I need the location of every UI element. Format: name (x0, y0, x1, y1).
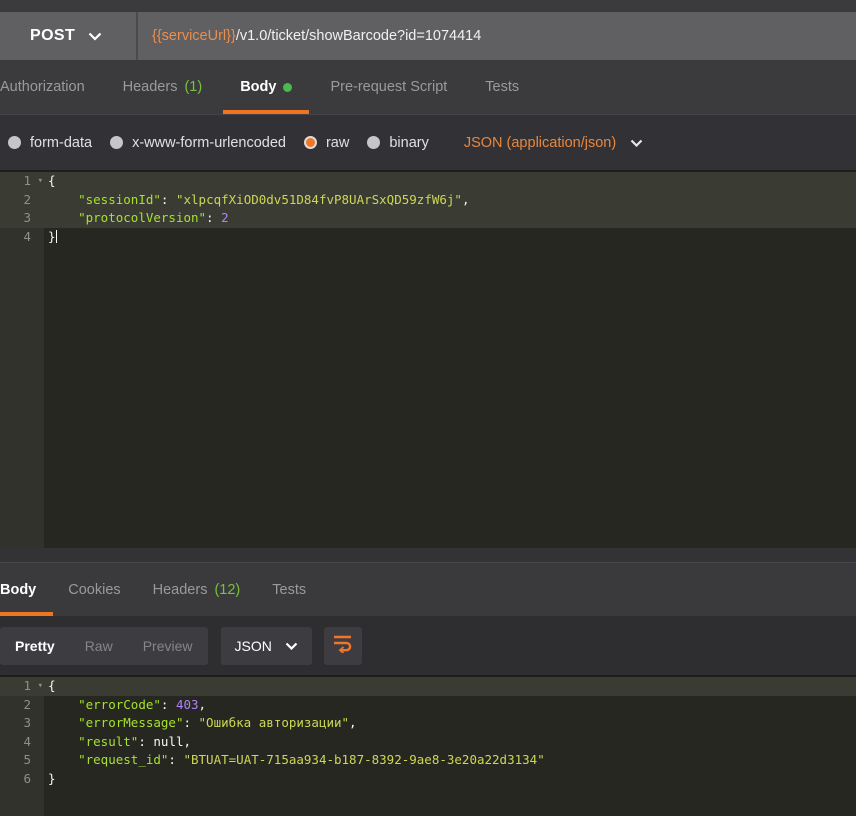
fold-caret-icon[interactable]: ▾ (38, 677, 43, 696)
code-text: "errorMessage": "Ошибка авторизации", (78, 715, 357, 730)
tab-body[interactable]: Body (0, 563, 54, 616)
tab-pre-request-script[interactable]: Pre-request Script (330, 60, 447, 114)
tab-tests[interactable]: Tests (485, 60, 519, 114)
content-type-label: JSON (application/json) (463, 134, 617, 151)
body-type-x-www-form-urlencoded[interactable]: x-www-form-urlencoded (110, 135, 286, 151)
radio-icon (367, 136, 381, 149)
request-url-bar: POST {{serviceUrl}}/v1.0/ticket/showBarc… (0, 12, 856, 60)
chevron-down-icon (285, 642, 298, 650)
body-type-binary[interactable]: binary (367, 135, 429, 151)
wrap-lines-button[interactable] (323, 626, 362, 665)
body-type-form-data[interactable]: form-data (8, 135, 92, 151)
response-body-editor[interactable]: 1 ▾{2 "errorCode": 403, 3 "errorMessage": … (0, 675, 856, 816)
tab-label: Tests (272, 581, 307, 598)
radio-label: x-www-form-urlencoded (132, 134, 286, 151)
code-text: } (48, 228, 57, 244)
code-text: "errorCode": 403, (78, 696, 207, 712)
response-tabs: Body Cookies Headers (12) Tests (0, 562, 856, 616)
chevron-down-icon (88, 32, 102, 41)
tab-label: Cookies (68, 581, 121, 598)
radio-icon (110, 136, 124, 149)
tab-label: Pre-request Script (330, 79, 448, 95)
code-text: "request_id": "BTUAT=UAT-715aa934-b187-8… (78, 752, 545, 767)
response-format-select[interactable]: JSON (220, 626, 312, 665)
green-dot-icon (283, 82, 293, 92)
line-number: 3 (23, 715, 31, 730)
code-text: { (48, 678, 56, 693)
code-text: "sessionId": "xlpcqfXiOD0dv51D84fvP8UArS… (78, 191, 470, 207)
postman-request-window: POST {{serviceUrl}}/v1.0/ticket/showBarc… (0, 0, 856, 816)
request-tabs: Authorization Headers (1) Body Pre-request S… (0, 60, 856, 114)
code-text: "result": null, (78, 733, 192, 749)
view-mode-preview[interactable]: Preview (128, 627, 208, 665)
panel-divider[interactable] (0, 548, 856, 562)
radio-selected-icon (303, 136, 317, 149)
http-method-select[interactable]: POST (0, 12, 138, 60)
line-number: 2 (23, 696, 31, 712)
request-body-editor[interactable]: 1 ▾ {2 "sessionId": "xlpcqfXiOD0dv51D84fvP… (0, 170, 856, 548)
line-number: 1 ▾ (0, 677, 44, 696)
line-number: 5 (23, 752, 31, 767)
tab-label: Headers (152, 581, 208, 598)
tab-label: Body (240, 79, 277, 95)
code-line[interactable]: 1 ▾ { (0, 677, 856, 696)
code-line[interactable]: 1 ▾ { (0, 172, 856, 191)
url-input[interactable]: {{serviceUrl}}/v1.0/ticket/showBarcode?i… (138, 12, 856, 60)
tab-authorization[interactable]: Authorization (0, 60, 85, 114)
url-variable: {{serviceUrl}} (152, 28, 236, 44)
line-number: 4 (23, 733, 31, 749)
tab-body[interactable]: Body (223, 60, 310, 114)
tab-label: Tests (485, 79, 520, 95)
code-line[interactable]: 3 "errorMessage": "Ошибка авторизации", (0, 714, 856, 733)
response-format-label: JSON (234, 637, 272, 654)
code-line[interactable]: 4 "result": null, (0, 733, 856, 752)
wrap-lines-icon (332, 633, 353, 658)
line-number: 2 (23, 191, 31, 207)
tab-label: Headers (122, 79, 178, 95)
radio-icon (8, 136, 21, 149)
tab-headers[interactable]: Headers (12) (153, 563, 241, 616)
code-text: } (48, 770, 56, 786)
line-number: 4 (23, 228, 31, 244)
radio-label: raw (325, 134, 350, 151)
code-line[interactable]: 2 "sessionId": "xlpcqfXiOD0dv51D84fvP8UA… (0, 190, 856, 209)
line-number: 3 (23, 210, 31, 225)
code-line[interactable]: 4} (0, 228, 856, 247)
view-mode-raw[interactable]: Raw (70, 627, 128, 665)
body-type-raw[interactable]: raw (303, 134, 350, 151)
tab-tests[interactable]: Tests (272, 563, 306, 616)
tab-cookies[interactable]: Cookies (68, 563, 120, 616)
http-method-label: POST (30, 27, 76, 44)
tab-headers[interactable]: Headers (1) (123, 60, 203, 114)
code-text: "protocolVersion": 2 (78, 210, 229, 225)
tab-count-badge: (12) (214, 581, 241, 598)
top-strip (0, 0, 856, 12)
view-mode-pretty[interactable]: Pretty (0, 627, 70, 665)
line-number: 6 (23, 770, 31, 786)
url-path: /v1.0/ticket/showBarcode?id=1074414 (235, 28, 482, 44)
line-number: 1 ▾ (0, 172, 44, 191)
code-line[interactable]: 5 "request_id": "BTUAT=UAT-715aa934-b187… (0, 751, 856, 770)
chevron-down-icon (630, 139, 643, 147)
radio-label: binary (389, 134, 429, 151)
text-cursor (55, 229, 57, 243)
fold-caret-icon[interactable]: ▾ (38, 172, 43, 191)
response-toolbar: Pretty Raw Preview JSON (0, 616, 856, 675)
code-line[interactable]: 2 "errorCode": 403, (0, 696, 856, 715)
content-type-select[interactable]: JSON (application/json) (464, 135, 643, 151)
tab-label: Body (0, 581, 37, 598)
response-view-mode-switch: Pretty Raw Preview (0, 626, 208, 665)
tab-label: Authorization (0, 79, 85, 95)
radio-label: form-data (30, 134, 93, 151)
tab-count-badge: (1) (184, 79, 203, 95)
code-text: { (48, 173, 56, 188)
body-type-selector: form-data x-www-form-urlencoded raw binary … (0, 114, 856, 170)
code-line[interactable]: 3 "protocolVersion": 2 (0, 209, 856, 228)
code-line[interactable]: 6} (0, 770, 856, 789)
